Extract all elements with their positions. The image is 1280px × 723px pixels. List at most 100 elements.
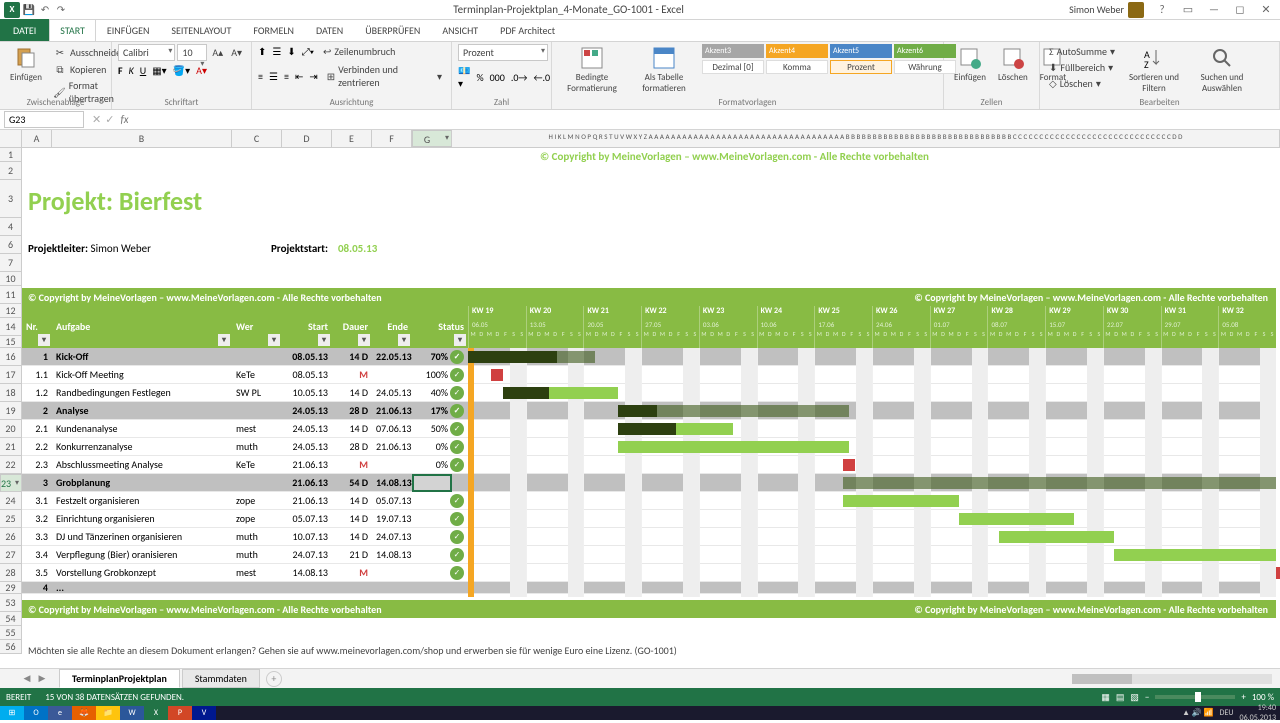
format-table-button[interactable]: Als Tabelle formatieren — [630, 44, 698, 96]
indent-dec-icon[interactable]: ⇤ — [295, 70, 303, 83]
word-icon[interactable]: W — [120, 706, 144, 720]
style-accent5[interactable]: Akzent5 — [830, 44, 892, 58]
delete-cell-button[interactable]: Löschen — [994, 44, 1032, 85]
col-header[interactable]: E — [332, 130, 372, 147]
tab-file[interactable]: DATEI — [0, 19, 49, 41]
name-box[interactable]: G23 — [4, 111, 84, 128]
tab-start[interactable]: START — [49, 19, 96, 41]
comma-icon[interactable]: 000 — [490, 71, 505, 84]
indent-inc-icon[interactable]: ⇥ — [309, 70, 317, 83]
view-normal-icon[interactable]: ▦ — [1101, 692, 1110, 703]
align-bottom-icon[interactable]: ⬇ — [287, 45, 295, 58]
sheet-nav[interactable]: ◀▶ — [20, 673, 49, 684]
tab-insert[interactable]: EINFÜGEN — [96, 19, 161, 41]
font-family-select[interactable]: Calibri — [118, 44, 175, 61]
align-left-icon[interactable]: ≡ — [258, 70, 263, 83]
style-accent3[interactable]: Akzent3 — [702, 44, 764, 58]
filter-icon[interactable]: ▾ — [218, 334, 230, 346]
sort-filter-button[interactable]: AZSortieren und Filtern — [1122, 44, 1186, 96]
col-header[interactable]: D — [282, 130, 332, 147]
undo-icon[interactable]: ↶ — [38, 3, 52, 17]
style-prozent[interactable]: Prozent — [830, 60, 892, 74]
style-dezimal[interactable]: Dezimal [0] — [702, 60, 764, 74]
filter-icon[interactable]: ▾ — [318, 334, 330, 346]
underline-button[interactable]: U — [140, 64, 146, 77]
tray-date[interactable]: 06.05.2013 — [1240, 713, 1276, 723]
tab-view[interactable]: ANSICHT — [431, 19, 489, 41]
align-center-icon[interactable]: ☰ — [269, 70, 278, 83]
filter-icon[interactable]: ▾ — [358, 334, 370, 346]
clear-button[interactable]: ◇Löschen▾ — [1046, 76, 1118, 91]
view-page-icon[interactable]: ▤ — [1116, 692, 1125, 703]
select-all-corner[interactable] — [0, 130, 22, 147]
sheet-tab[interactable]: Stammdaten — [182, 669, 260, 688]
ribbon-collapse-icon[interactable]: ▭ — [1176, 1, 1200, 19]
zoom-level[interactable]: 100 % — [1252, 692, 1274, 703]
explorer-icon[interactable]: 📁 — [96, 706, 120, 720]
style-komma[interactable]: Komma — [766, 60, 828, 74]
tray-time[interactable]: 19:40 — [1258, 703, 1276, 713]
save-icon[interactable]: 💾 — [22, 3, 36, 17]
tab-review[interactable]: ÜBERPRÜFEN — [354, 19, 431, 41]
border-button[interactable]: ▦▾ — [152, 64, 166, 77]
orientation-icon[interactable]: ⤢▾ — [302, 45, 314, 58]
wrap-text-button[interactable]: ↩Zeilenumbruch — [320, 44, 398, 59]
start-button[interactable]: ⊞ — [0, 706, 24, 720]
view-break-icon[interactable]: ▧ — [1130, 692, 1139, 703]
align-right-icon[interactable]: ≡ — [284, 70, 289, 83]
currency-icon[interactable]: 💶▾ — [458, 64, 470, 90]
paste-button[interactable]: Einfügen — [6, 44, 46, 85]
tab-data[interactable]: DATEN — [305, 19, 354, 41]
excel-icon[interactable]: X — [144, 706, 168, 720]
style-accent4[interactable]: Akzent4 — [766, 44, 828, 58]
decrease-font-icon[interactable]: A▾ — [228, 45, 245, 60]
tab-page-layout[interactable]: SEITENLAYOUT — [160, 19, 242, 41]
add-sheet-button[interactable]: + — [266, 671, 282, 687]
percent-icon[interactable]: % — [476, 71, 483, 84]
font-size-select[interactable]: 10 — [177, 44, 207, 61]
maximize-icon[interactable]: ◻ — [1228, 1, 1252, 19]
col-header[interactable]: F — [372, 130, 412, 147]
fill-button[interactable]: ⬇Füllbereich▾ — [1046, 60, 1118, 75]
col-header[interactable]: G — [412, 130, 452, 147]
fx-icon[interactable]: fx — [120, 113, 128, 126]
tab-pdf[interactable]: PDF Architect — [489, 19, 566, 41]
cancel-formula-icon[interactable]: ✕ — [92, 113, 101, 126]
bold-button[interactable]: F — [118, 64, 123, 77]
cond-format-button[interactable]: Bedingte Formatierung — [558, 44, 626, 96]
italic-button[interactable]: K — [129, 64, 134, 77]
col-header-range[interactable]: H I K L M N O P Q R S T U V W X Y Z A A … — [452, 130, 1280, 147]
increase-font-icon[interactable]: A▴ — [209, 45, 226, 60]
find-button[interactable]: Suchen und Auswählen — [1190, 44, 1254, 96]
accept-formula-icon[interactable]: ✓ — [105, 113, 114, 126]
user-account[interactable]: Simon Weber — [1069, 2, 1144, 18]
tray-lang[interactable]: DEU — [1220, 708, 1234, 718]
zoom-in-icon[interactable]: + — [1241, 692, 1245, 703]
redo-icon[interactable]: ↷ — [54, 3, 68, 17]
zoom-out-icon[interactable]: − — [1145, 692, 1149, 703]
ie-icon[interactable]: e — [48, 706, 72, 720]
outlook-icon[interactable]: O — [24, 706, 48, 720]
col-header[interactable]: A — [22, 130, 52, 147]
help-icon[interactable]: ? — [1150, 1, 1174, 19]
filter-icon[interactable]: ▾ — [454, 334, 466, 346]
filter-icon[interactable]: ▾ — [38, 334, 50, 346]
close-icon[interactable]: ✕ — [1254, 1, 1278, 19]
formula-input[interactable] — [135, 112, 1280, 127]
align-middle-icon[interactable]: ☰ — [272, 45, 281, 58]
fill-color-button[interactable]: 🪣▾ — [173, 64, 190, 77]
tab-formulas[interactable]: FORMELN — [242, 19, 305, 41]
horizontal-scrollbar[interactable] — [1072, 674, 1272, 684]
insert-cell-button[interactable]: Einfügen — [950, 44, 990, 85]
firefox-icon[interactable]: 🦊 — [72, 706, 96, 720]
decimal-dec-icon[interactable]: ←.0 — [533, 71, 550, 84]
align-top-icon[interactable]: ⬆ — [258, 45, 266, 58]
tray-icons[interactable]: ▲ 🔊 📶 — [1182, 708, 1213, 718]
zoom-slider[interactable] — [1155, 695, 1235, 699]
autosum-button[interactable]: ΣAutoSumme▾ — [1046, 44, 1118, 59]
spreadsheet-grid[interactable]: A B C D E F G H I K L M N O P Q R S T U … — [0, 130, 1280, 670]
col-header[interactable]: B — [52, 130, 232, 147]
col-header[interactable]: C — [232, 130, 282, 147]
filter-icon[interactable]: ▾ — [268, 334, 280, 346]
visio-icon[interactable]: V — [192, 706, 216, 720]
